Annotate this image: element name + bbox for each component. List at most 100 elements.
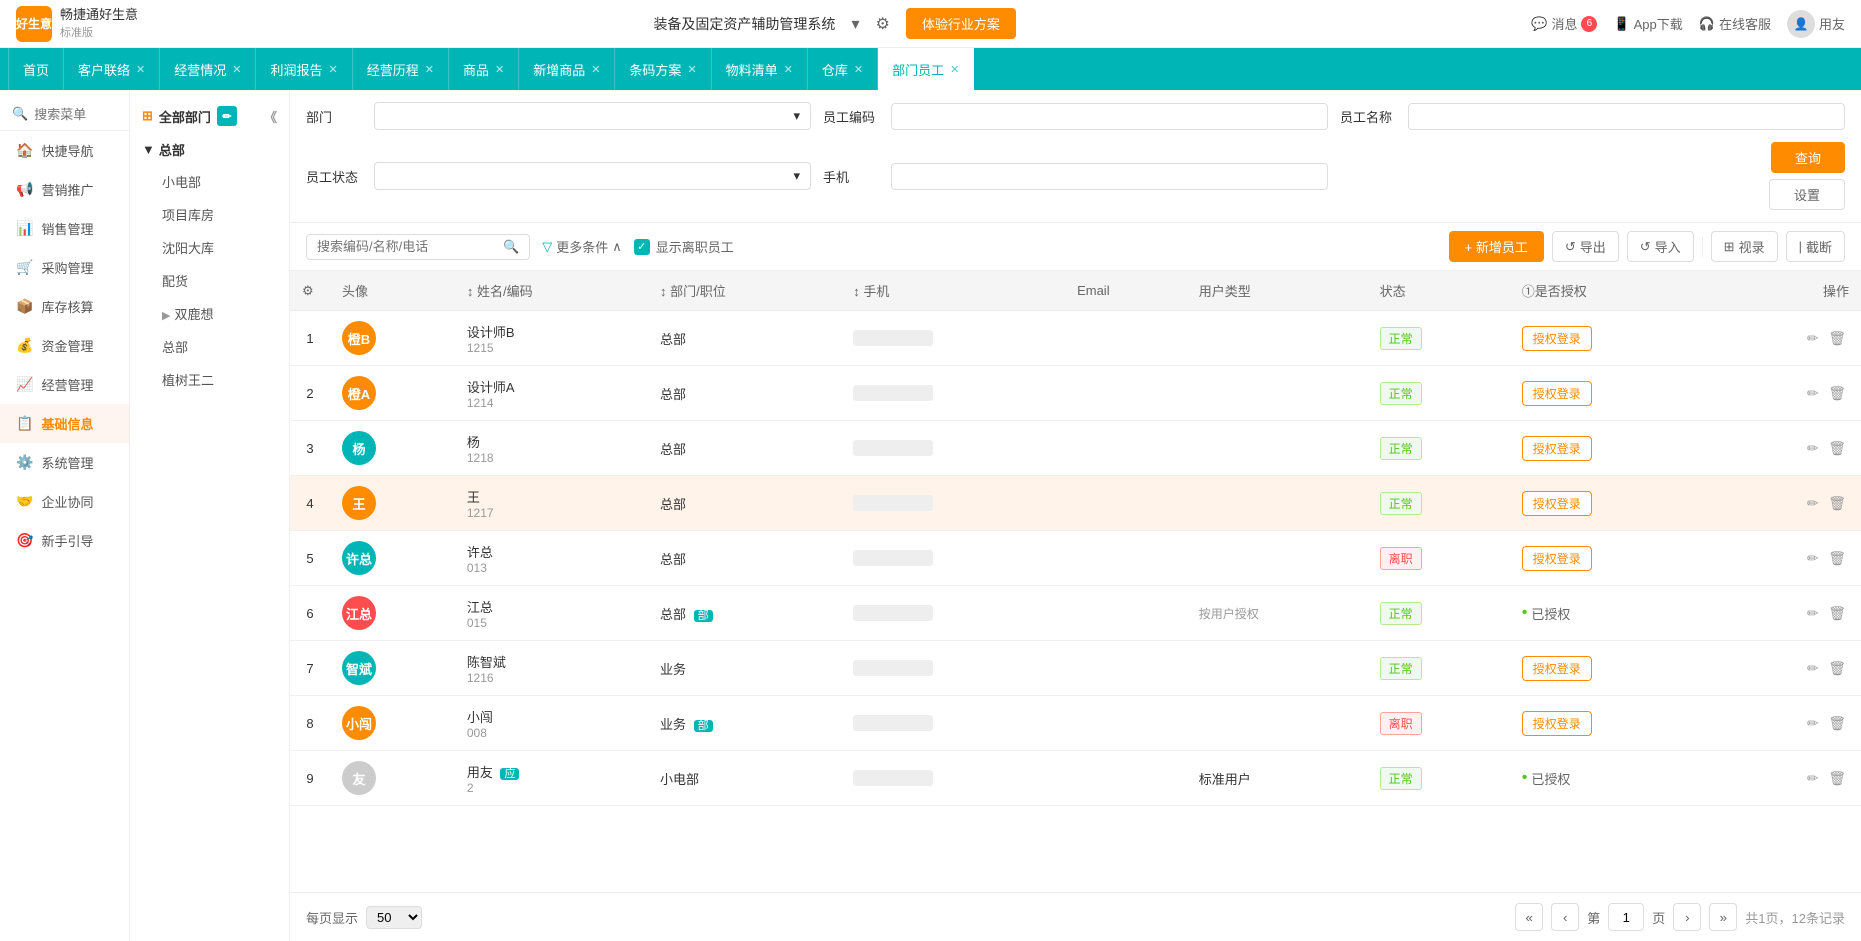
first-page-btn[interactable]: « (1515, 903, 1543, 931)
sidebar-item-system[interactable]: ⚙️ 系统管理 (0, 443, 129, 482)
view-button[interactable]: ⊞ 视录 (1711, 231, 1778, 262)
sidebar-search-input[interactable] (34, 107, 117, 122)
show-resigned-checkbox[interactable]: ✓ (634, 239, 650, 255)
sidebar-item-basic[interactable]: 📋 基础信息 (0, 404, 129, 443)
dept-item-shenyang[interactable]: 沈阳大库 (130, 231, 289, 264)
close-icon[interactable]: ✕ (495, 63, 504, 76)
edit-btn[interactable]: ✏ (1807, 715, 1819, 731)
query-button[interactable]: 查询 (1771, 142, 1845, 173)
edit-btn[interactable]: ✏ (1807, 330, 1819, 346)
auth-login-btn[interactable]: 授权登录 (1522, 381, 1592, 406)
tab-add-goods[interactable]: 新增商品 ✕ (519, 48, 615, 90)
close-icon[interactable]: ✕ (329, 63, 338, 76)
export-button[interactable]: ↺ 导出 (1552, 231, 1619, 262)
tab-history[interactable]: 经营历程 ✕ (353, 48, 449, 90)
col-settings[interactable]: ⚙ (290, 271, 330, 311)
delete-btn[interactable]: 🗑 (1828, 385, 1846, 401)
messages-btn[interactable]: 💬 消息 6 (1531, 14, 1597, 33)
auth-login-btn[interactable]: 授权登录 (1522, 436, 1592, 461)
delete-btn[interactable]: 🗑 (1828, 770, 1846, 786)
col-phone[interactable]: ↕ 手机 (841, 271, 1065, 311)
next-page-btn[interactable]: › (1673, 903, 1701, 931)
edit-btn[interactable]: ✏ (1807, 495, 1819, 511)
app-download-btn[interactable]: 📱 App下载 (1613, 14, 1682, 33)
filter-name-input[interactable] (1408, 103, 1845, 130)
prev-page-btn[interactable]: ‹ (1551, 903, 1579, 931)
dept-collapse-icon[interactable]: 《 (264, 107, 277, 126)
delete-btn[interactable]: 🗑 (1828, 605, 1846, 621)
dept-item-xiaodian[interactable]: 小电部 (130, 165, 289, 198)
sidebar-item-guide[interactable]: 🎯 新手引导 (0, 521, 129, 560)
close-icon[interactable]: ✕ (854, 63, 863, 76)
dept-item-zongbu[interactable]: 总部 (130, 330, 289, 363)
set-button[interactable]: 设置 (1769, 179, 1845, 210)
auth-login-btn[interactable]: 授权登录 (1522, 491, 1592, 516)
import-button[interactable]: ↺ 导入 (1627, 231, 1694, 262)
tab-home[interactable]: 首页 (8, 48, 64, 90)
online-service-btn[interactable]: 🎧 在线客服 (1699, 14, 1771, 33)
page-size-select[interactable]: 50 20 100 (366, 906, 422, 929)
edit-btn[interactable]: ✏ (1807, 660, 1819, 676)
filter-dept-select[interactable]: ▾ (374, 102, 811, 130)
auth-login-btn[interactable]: 授权登录 (1522, 546, 1592, 571)
close-icon[interactable]: ✕ (784, 63, 793, 76)
close-icon[interactable]: ✕ (136, 63, 145, 76)
sidebar-item-sales[interactable]: 📊 销售管理 (0, 209, 129, 248)
col-dept[interactable]: ↕ 部门/职位 (648, 271, 841, 311)
close-icon[interactable]: ✕ (232, 63, 241, 76)
sidebar-item-operations[interactable]: 📈 经营管理 (0, 365, 129, 404)
tab-warehouse[interactable]: 仓库 ✕ (808, 48, 878, 90)
user-btn[interactable]: 👤 用友 (1787, 10, 1845, 38)
col-name[interactable]: ↕ 姓名/编码 (455, 271, 648, 311)
auth-login-btn[interactable]: 授权登录 (1522, 711, 1592, 736)
edit-btn[interactable]: ✏ (1807, 770, 1819, 786)
delete-btn[interactable]: 🗑 (1828, 550, 1846, 566)
edit-btn[interactable]: ✏ (1807, 550, 1819, 566)
sidebar-item-purchase[interactable]: 🛒 采购管理 (0, 248, 129, 287)
close-icon[interactable]: ✕ (950, 63, 959, 76)
tab-profit[interactable]: 利润报告 ✕ (256, 48, 352, 90)
close-icon[interactable]: ✕ (687, 63, 696, 76)
filter-code-input[interactable] (891, 103, 1328, 130)
sidebar-item-finance[interactable]: 💰 资金管理 (0, 326, 129, 365)
auth-login-btn[interactable]: 授权登录 (1522, 326, 1592, 351)
more-filter-btn[interactable]: ▽ 更多条件 ∧ (542, 237, 622, 256)
sidebar-item-collab[interactable]: 🤝 企业协同 (0, 482, 129, 521)
dept-item-peihuo[interactable]: 配货 (130, 264, 289, 297)
tab-barcode[interactable]: 条码方案 ✕ (615, 48, 711, 90)
tab-operations[interactable]: 经营情况 ✕ (160, 48, 256, 90)
dept-group-headquarters[interactable]: ▼ 总部 (130, 134, 289, 165)
sidebar-item-quicknav[interactable]: 🏠 快捷导航 (0, 131, 129, 170)
dept-item-zhishu[interactable]: 植树王二 (130, 363, 289, 396)
tab-goods[interactable]: 商品 ✕ (449, 48, 519, 90)
dept-item-shuanglu[interactable]: ▶双鹿想 (130, 297, 289, 330)
dept-item-project[interactable]: 项目库房 (130, 198, 289, 231)
auth-login-btn[interactable]: 授权登录 (1522, 656, 1592, 681)
page-number-input[interactable] (1608, 903, 1644, 931)
tab-bom[interactable]: 物料清单 ✕ (712, 48, 808, 90)
add-employee-button[interactable]: + 新增员工 (1449, 231, 1544, 262)
dept-edit-icon[interactable]: ✏ (217, 106, 237, 126)
delete-btn[interactable]: 🗑 (1828, 715, 1846, 731)
delete-btn[interactable]: 🗑 (1828, 660, 1846, 676)
close-icon[interactable]: ✕ (425, 63, 434, 76)
trial-button[interactable]: 体验行业方案 (906, 8, 1016, 39)
edit-btn[interactable]: ✏ (1807, 440, 1819, 456)
close-icon[interactable]: ✕ (591, 63, 600, 76)
last-page-btn[interactable]: » (1709, 903, 1737, 931)
settings-gear-icon[interactable]: ⚙ (875, 14, 889, 34)
delete-btn[interactable]: 🗑 (1828, 330, 1846, 346)
sidebar-item-marketing[interactable]: 📢 营销推广 (0, 170, 129, 209)
tab-customer[interactable]: 客户联络 ✕ (64, 48, 160, 90)
filter-status-select[interactable]: ▾ (374, 162, 811, 190)
more-button[interactable]: | 截断 (1786, 231, 1845, 262)
search-input[interactable] (317, 239, 497, 254)
delete-btn[interactable]: 🗑 (1828, 440, 1846, 456)
edit-btn[interactable]: ✏ (1807, 605, 1819, 621)
tab-department[interactable]: 部门员工 ✕ (878, 48, 974, 90)
sidebar-item-inventory[interactable]: 📦 库存核算 (0, 287, 129, 326)
delete-btn[interactable]: 🗑 (1828, 495, 1846, 511)
edit-btn[interactable]: ✏ (1807, 385, 1819, 401)
filter-phone-input[interactable] (891, 163, 1328, 190)
system-dropdown-icon[interactable]: ▾ (851, 14, 859, 34)
